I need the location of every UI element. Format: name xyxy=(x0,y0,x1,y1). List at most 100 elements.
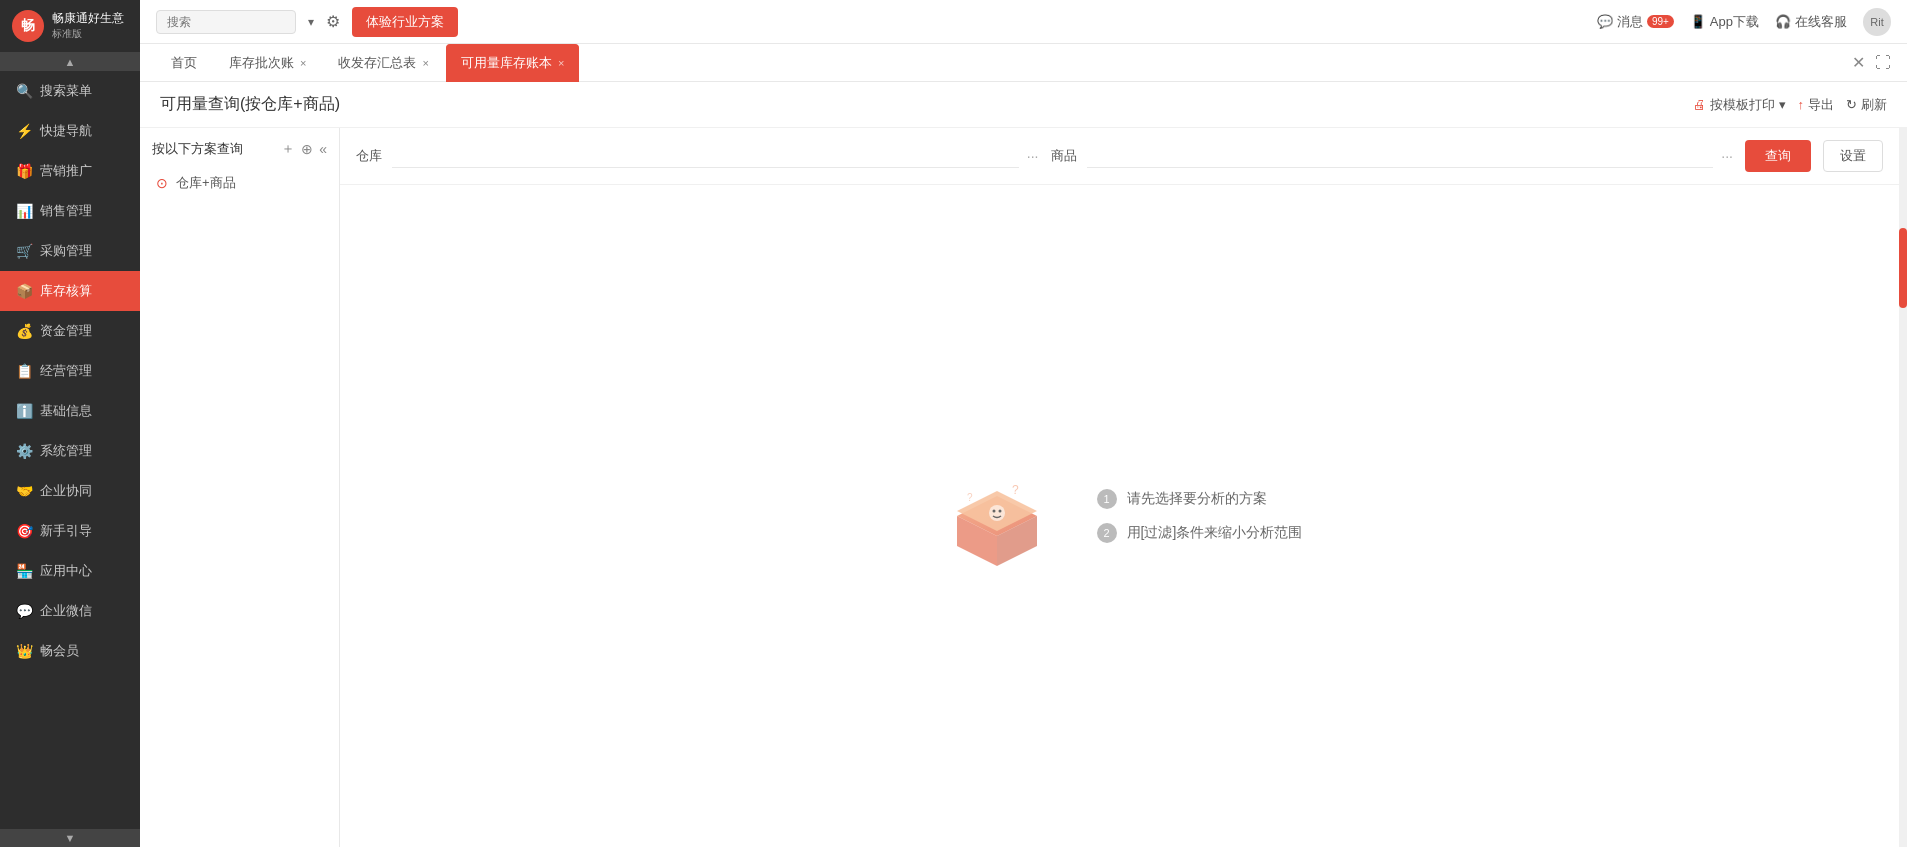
warehouse-input[interactable] xyxy=(392,144,1019,168)
tab-batch-account-close[interactable]: × xyxy=(300,57,306,69)
sidebar-item-sales[interactable]: 📊 销售管理 xyxy=(0,191,140,231)
right-scrollbar[interactable] xyxy=(1899,128,1907,847)
warehouse-more-btn[interactable]: ··· xyxy=(1027,148,1039,164)
tab-available-qty[interactable]: 可用量库存账本 × xyxy=(446,44,579,82)
print-icon: 🖨 xyxy=(1693,97,1706,112)
svg-text:?: ? xyxy=(1012,483,1019,497)
warehouse-label: 仓库 xyxy=(356,147,384,165)
setting-btn[interactable]: 设置 xyxy=(1823,140,1883,172)
filter-settings-icon[interactable]: ⊕ xyxy=(301,141,313,157)
message-item[interactable]: 💬 消息 99+ xyxy=(1597,13,1674,31)
wechat-icon: 💬 xyxy=(16,603,32,619)
sidebar-item-management[interactable]: 📋 经营管理 xyxy=(0,351,140,391)
sidebar-item-app-center[interactable]: 🏪 应用中心 xyxy=(0,551,140,591)
industry-btn[interactable]: 体验行业方案 xyxy=(352,7,458,37)
svg-point-6 xyxy=(998,510,1001,513)
filter-item-warehouse-product[interactable]: ⊙ 仓库+商品 xyxy=(140,166,339,200)
tab-batch-account[interactable]: 库存批次账 × xyxy=(214,44,321,82)
sidebar-item-finance[interactable]: 💰 资金管理 xyxy=(0,311,140,351)
sidebar-item-inventory[interactable]: 📦 库存核算 xyxy=(0,271,140,311)
inventory-icon: 📦 xyxy=(16,283,32,299)
sidebar-item-shortcut[interactable]: ⚡ 快捷导航 xyxy=(0,111,140,151)
print-dropdown-icon: ▾ xyxy=(1779,97,1786,112)
empty-illustration: ? ? xyxy=(937,456,1057,576)
product-label: 商品 xyxy=(1051,147,1079,165)
right-content: 仓库 ··· 商品 ··· 查询 设置 xyxy=(340,128,1899,847)
tab-available-qty-close[interactable]: × xyxy=(558,57,564,69)
scrollbar-thumb[interactable] xyxy=(1899,228,1907,308)
maximize-icon[interactable]: ⛶ xyxy=(1875,54,1891,72)
filter-header: 按以下方案查询 ＋ ⊕ « xyxy=(140,140,339,166)
app-download-item[interactable]: 📱 App下载 xyxy=(1690,13,1759,31)
svg-text:?: ? xyxy=(967,492,973,503)
message-icon: 💬 xyxy=(1597,14,1613,29)
refresh-btn[interactable]: ↻ 刷新 xyxy=(1846,96,1887,114)
tabs-bar: 首页 库存批次账 × 收发存汇总表 × 可用量库存账本 × ✕ ⛶ xyxy=(140,44,1907,82)
shortcut-icon: ⚡ xyxy=(16,123,32,139)
headset-icon: 🎧 xyxy=(1775,14,1791,29)
product-field: 商品 ··· xyxy=(1051,144,1734,168)
guide-icon: 🎯 xyxy=(16,523,32,539)
tab-summary[interactable]: 收发存汇总表 × xyxy=(323,44,443,82)
app-title: 畅康通好生意 xyxy=(52,11,124,27)
search-menu-icon: 🔍 xyxy=(16,83,32,99)
svg-point-5 xyxy=(992,510,995,513)
sidebar-item-vip[interactable]: 👑 畅会员 xyxy=(0,631,140,671)
sidebar-item-enterprise[interactable]: 🤝 企业协同 xyxy=(0,471,140,511)
filter-collapse-icon[interactable]: « xyxy=(319,141,327,157)
empty-hint-2: 2 用[过滤]条件来缩小分析范围 xyxy=(1097,523,1303,543)
marketing-icon: 🎁 xyxy=(16,163,32,179)
sidebar-item-guide[interactable]: 🎯 新手引导 xyxy=(0,511,140,551)
app-logo: 畅 xyxy=(12,10,44,42)
tab-home[interactable]: 首页 xyxy=(156,44,212,82)
filter-item-icon: ⊙ xyxy=(156,175,168,191)
basic-info-icon: ℹ️ xyxy=(16,403,32,419)
app-edition: 标准版 xyxy=(52,27,124,41)
sidebar-scroll-up[interactable]: ▲ xyxy=(0,53,140,71)
empty-state: ? ? 1 请先选择要分析的方案 2 用[过滤]条件来缩小分析范围 xyxy=(340,185,1899,847)
empty-hint-1: 1 请先选择要分析的方案 xyxy=(1097,489,1303,509)
query-btn[interactable]: 查询 xyxy=(1745,140,1811,172)
query-bar: 仓库 ··· 商品 ··· 查询 设置 xyxy=(340,128,1899,185)
topbar-gear-icon[interactable]: ⚙ xyxy=(326,12,340,31)
sidebar-header: 畅 畅康通好生意 标准版 xyxy=(0,0,140,53)
filter-panel: 按以下方案查询 ＋ ⊕ « ⊙ 仓库+商品 xyxy=(140,128,340,847)
sidebar-item-marketing[interactable]: 🎁 营销推广 xyxy=(0,151,140,191)
sidebar-item-search[interactable]: 🔍 搜索菜单 xyxy=(0,71,140,111)
tab-summary-close[interactable]: × xyxy=(422,57,428,69)
page-header: 可用量查询(按仓库+商品) 🖨 按模板打印 ▾ ↑ 导出 ↻ 刷新 xyxy=(140,82,1907,128)
page-title: 可用量查询(按仓库+商品) xyxy=(160,94,340,115)
purchase-icon: 🛒 xyxy=(16,243,32,259)
online-service-item[interactable]: 🎧 在线客服 xyxy=(1775,13,1847,31)
finance-icon: 💰 xyxy=(16,323,32,339)
filter-add-icon[interactable]: ＋ xyxy=(281,140,295,158)
hint-num-2: 2 xyxy=(1097,523,1117,543)
sidebar-item-system[interactable]: ⚙️ 系统管理 xyxy=(0,431,140,471)
enterprise-icon: 🤝 xyxy=(16,483,32,499)
system-icon: ⚙️ xyxy=(16,443,32,459)
topbar-right: 💬 消息 99+ 📱 App下载 🎧 在线客服 Rit xyxy=(1597,8,1891,36)
product-more-btn[interactable]: ··· xyxy=(1721,148,1733,164)
print-btn[interactable]: 🖨 按模板打印 ▾ xyxy=(1693,96,1786,114)
app-center-icon: 🏪 xyxy=(16,563,32,579)
sidebar-item-basic-info[interactable]: ℹ️ 基础信息 xyxy=(0,391,140,431)
export-btn[interactable]: ↑ 导出 xyxy=(1798,96,1835,114)
product-input[interactable] xyxy=(1087,144,1714,168)
refresh-icon: ↻ xyxy=(1846,97,1857,112)
sales-icon: 📊 xyxy=(16,203,32,219)
hint-num-1: 1 xyxy=(1097,489,1117,509)
user-avatar[interactable]: Rit xyxy=(1863,8,1891,36)
management-icon: 📋 xyxy=(16,363,32,379)
sidebar-scroll-down[interactable]: ▼ xyxy=(0,829,140,847)
page-actions: 🖨 按模板打印 ▾ ↑ 导出 ↻ 刷新 xyxy=(1693,96,1888,114)
main-area: ▾ ⚙ 体验行业方案 💬 消息 99+ 📱 App下载 🎧 在线客服 Rit xyxy=(140,0,1907,847)
close-all-tabs-icon[interactable]: ✕ xyxy=(1852,53,1865,72)
topbar-dropdown-btn[interactable]: ▾ xyxy=(308,15,314,29)
sidebar-item-purchase[interactable]: 🛒 采购管理 xyxy=(0,231,140,271)
topbar-search-input[interactable] xyxy=(156,10,296,34)
app-download-icon: 📱 xyxy=(1690,14,1706,29)
sidebar-item-wechat[interactable]: 💬 企业微信 xyxy=(0,591,140,631)
warehouse-field: 仓库 ··· xyxy=(356,144,1039,168)
sidebar: 畅 畅康通好生意 标准版 ▲ 🔍 搜索菜单 ⚡ 快捷导航 🎁 营销推广 📊 销售… xyxy=(0,0,140,847)
filter-actions: ＋ ⊕ « xyxy=(281,140,327,158)
